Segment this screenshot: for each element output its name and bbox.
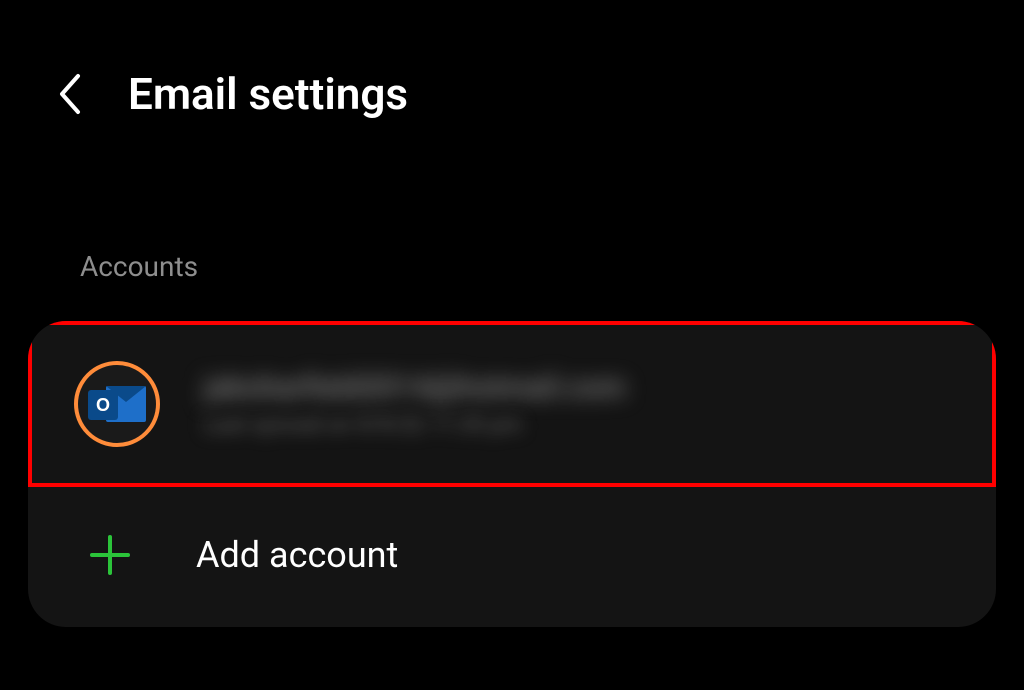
- account-email: jakoharfield2014@hotmail.com: [204, 370, 956, 405]
- chevron-left-icon: [58, 72, 82, 116]
- outlook-account-icon: O: [74, 361, 160, 447]
- back-button[interactable]: [50, 69, 90, 119]
- account-sync-status: Last synced on 9/9/22 11:35 pm: [204, 413, 956, 438]
- header: Email settings: [0, 0, 1024, 120]
- account-row-outlook[interactable]: O jakoharfield2014@hotmail.com Last sync…: [28, 321, 996, 487]
- account-text: jakoharfield2014@hotmail.com Last synced…: [204, 370, 956, 438]
- add-account-button[interactable]: Add account: [28, 487, 996, 627]
- page-title: Email settings: [128, 68, 408, 120]
- accounts-section-label: Accounts: [0, 120, 1024, 283]
- accounts-list: O jakoharfield2014@hotmail.com Last sync…: [28, 321, 996, 627]
- plus-icon: [86, 531, 134, 579]
- add-account-label: Add account: [196, 534, 398, 576]
- outlook-icon: O: [88, 380, 146, 428]
